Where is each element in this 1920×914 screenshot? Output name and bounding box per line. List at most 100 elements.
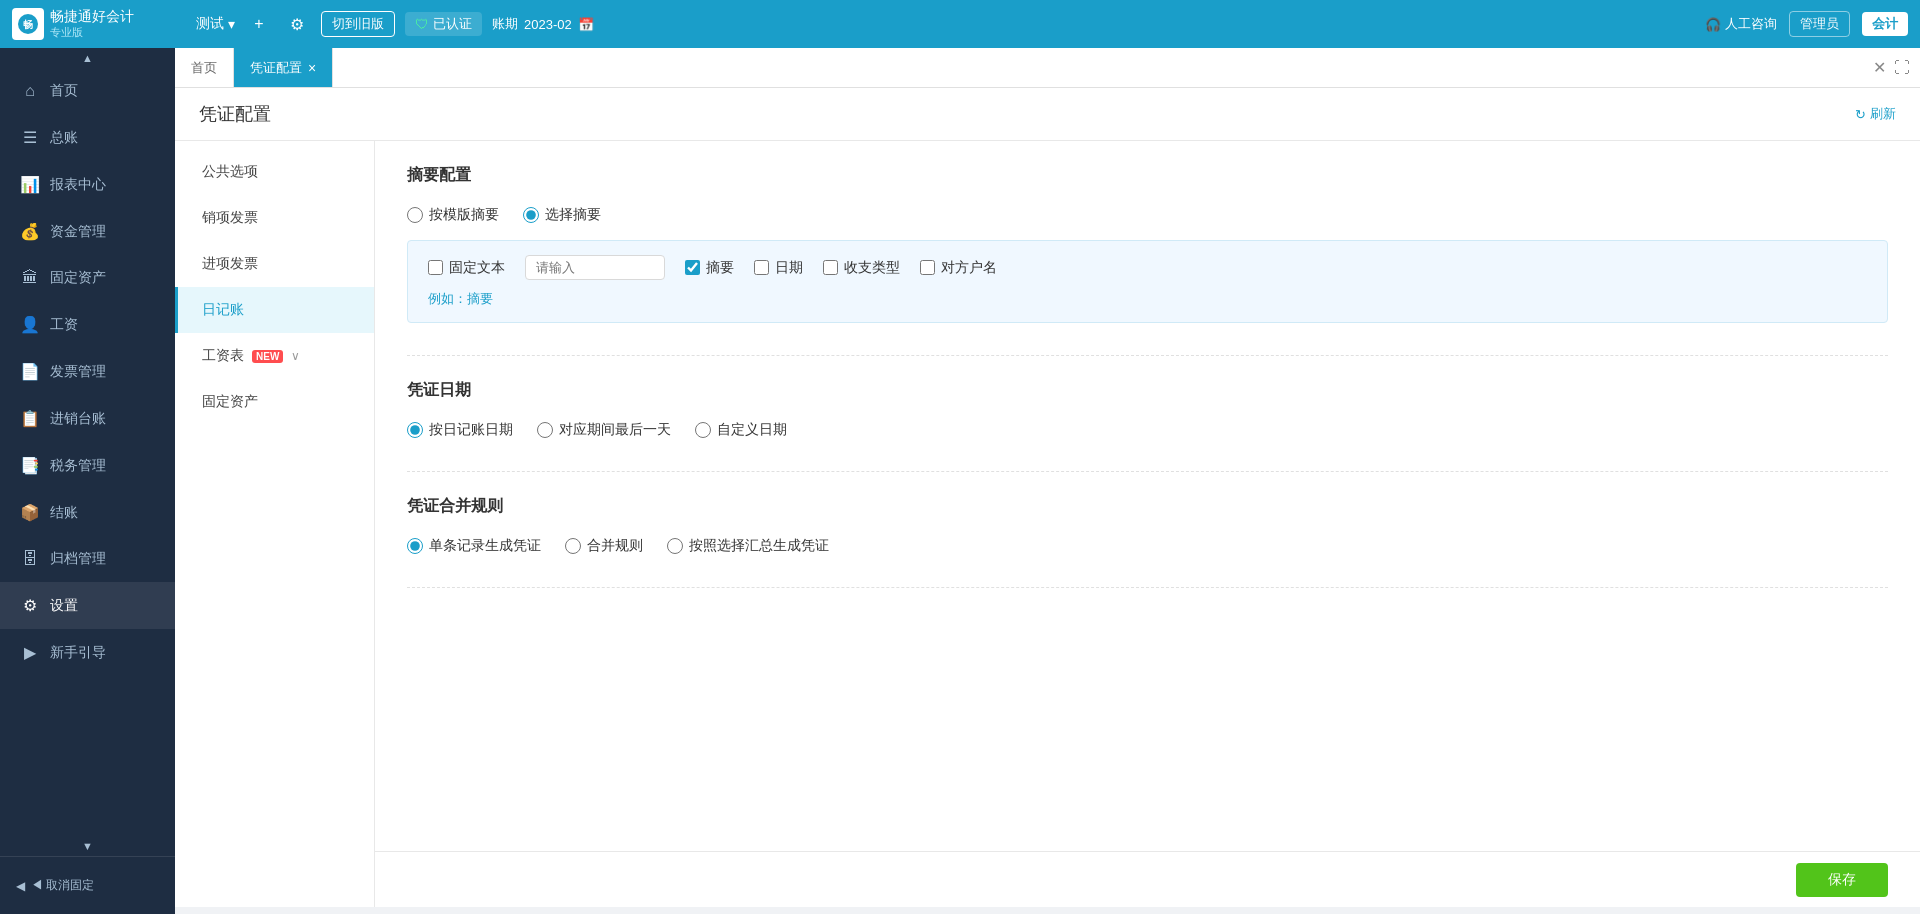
report-icon: 📊	[20, 175, 40, 194]
sidebar-label-home: 首页	[50, 82, 78, 100]
tab-voucher-config[interactable]: 凭证配置 ×	[234, 48, 333, 87]
date-radio-group: 按日记账日期 对应期间最后一天 自定义日期	[407, 421, 1888, 439]
settings-icon[interactable]: ⚙	[283, 10, 311, 38]
refresh-label: 刷新	[1870, 105, 1896, 123]
checkbox-counterparty[interactable]: 对方户名	[920, 259, 997, 277]
capital-icon: 💰	[20, 222, 40, 241]
headphone-icon: 🎧	[1705, 17, 1721, 32]
config-nav-public[interactable]: 公共选项	[175, 149, 374, 195]
save-button[interactable]: 保存	[1796, 863, 1888, 897]
save-bar: 保存	[375, 851, 1920, 907]
archive-icon: 🗄	[20, 550, 40, 568]
sidebar-item-settings[interactable]: ⚙ 设置	[0, 582, 175, 629]
sidebar-item-invoice[interactable]: 📄 发票管理	[0, 348, 175, 395]
checkbox-date-input[interactable]	[754, 260, 769, 275]
sidebar-label-fixed-assets: 固定资产	[50, 269, 106, 287]
config-nav-sales-invoice[interactable]: 销项发票	[175, 195, 374, 241]
tab-home[interactable]: 首页	[175, 48, 234, 87]
summary-config-box: 固定文本 摘要 日期	[407, 240, 1888, 323]
period-last-label: 对应期间最后一天	[559, 421, 671, 439]
config-nav-fixed-asset[interactable]: 固定资产	[175, 379, 374, 425]
select-merge-label: 按照选择汇总生成凭证	[689, 537, 829, 555]
sidebar-item-home[interactable]: ⌂ 首页	[0, 68, 175, 114]
payroll-label: 工资表	[202, 347, 244, 365]
sidebar-bottom: ◀ ◀ 取消固定	[0, 856, 175, 914]
checkbox-abstract-input[interactable]	[685, 260, 700, 275]
checkbox-fixed-text[interactable]: 固定文本	[428, 259, 505, 277]
radio-select-input[interactable]	[523, 207, 539, 223]
scroll-down-btn[interactable]: ▼	[0, 836, 175, 856]
sidebar-item-sales[interactable]: 📋 进销台账	[0, 395, 175, 442]
config-nav-journal[interactable]: 日记账	[175, 287, 374, 333]
summary-config-title: 摘要配置	[407, 165, 1888, 186]
checkbox-income-type-input[interactable]	[823, 260, 838, 275]
radio-journal-date[interactable]: 按日记账日期	[407, 421, 513, 439]
sidebar-item-report[interactable]: 📊 报表中心	[0, 161, 175, 208]
sidebar-item-fixed-assets[interactable]: 🏛 固定资产	[0, 255, 175, 301]
sidebar-nav: ⌂ 首页 ☰ 总账 📊 报表中心 💰 资金管理 🏛 固定资产 👤 工资	[0, 68, 175, 836]
period-selector[interactable]: 账期 2023-02 📅	[492, 15, 594, 33]
sidebar-item-tax[interactable]: 📑 税务管理	[0, 442, 175, 489]
checkbox-counterparty-input[interactable]	[920, 260, 935, 275]
scroll-up-btn[interactable]: ▲	[0, 48, 175, 68]
page-scroll-area: 凭证配置 ↻ 刷新 公共选项 销项发票 进项发票 日记账 工资表	[175, 88, 1920, 914]
accountant-button[interactable]: 会计	[1862, 12, 1908, 36]
sidebar-item-ledger[interactable]: ☰ 总账	[0, 114, 175, 161]
checkbox-fixed-text-input[interactable]	[428, 260, 443, 275]
radio-merge-rule-input[interactable]	[565, 538, 581, 554]
unpin-button[interactable]: ◀ ◀ 取消固定	[0, 867, 175, 904]
income-type-label: 收支类型	[844, 259, 900, 277]
settings-sidebar-icon: ⚙	[20, 596, 40, 615]
add-button[interactable]: +	[245, 10, 273, 38]
tab-home-label: 首页	[191, 59, 217, 77]
radio-journal-date-input[interactable]	[407, 422, 423, 438]
shield-icon: 🛡	[415, 16, 429, 32]
refresh-button[interactable]: ↻ 刷新	[1855, 105, 1896, 123]
checkbox-income-type[interactable]: 收支类型	[823, 259, 900, 277]
consult-button[interactable]: 🎧 人工咨询	[1705, 15, 1777, 33]
fixed-text-input[interactable]	[525, 255, 665, 280]
sidebar-item-capital[interactable]: 💰 资金管理	[0, 208, 175, 255]
logo-icon: 畅	[12, 8, 44, 40]
sidebar-item-salary[interactable]: 👤 工资	[0, 301, 175, 348]
close-window-icon[interactable]: ✕	[1873, 58, 1886, 77]
config-nav-purchase-invoice[interactable]: 进项发票	[175, 241, 374, 287]
logo-sub: 专业版	[50, 25, 134, 40]
sidebar-item-archive[interactable]: 🗄 归档管理	[0, 536, 175, 582]
certified-badge: 🛡 已认证	[405, 12, 482, 36]
radio-single-input[interactable]	[407, 538, 423, 554]
fullscreen-icon[interactable]: ⛶	[1894, 59, 1910, 77]
company-selector[interactable]: 测试 ▾	[196, 15, 235, 33]
radio-custom-date[interactable]: 自定义日期	[695, 421, 787, 439]
refresh-icon: ↻	[1855, 107, 1866, 122]
svg-text:畅: 畅	[23, 19, 33, 30]
radio-template-input[interactable]	[407, 207, 423, 223]
switch-version-button[interactable]: 切到旧版	[321, 11, 395, 37]
radio-merge-rule[interactable]: 合并规则	[565, 537, 643, 555]
tab-actions: ✕ ⛶	[1863, 48, 1920, 87]
tab-bar: 首页 凭证配置 × ✕ ⛶	[175, 48, 1920, 88]
custom-date-label: 自定义日期	[717, 421, 787, 439]
radio-template-summary[interactable]: 按模版摘要	[407, 206, 499, 224]
salary-icon: 👤	[20, 315, 40, 334]
sidebar-item-guide[interactable]: ▶ 新手引导	[0, 629, 175, 676]
sidebar-label-salary: 工资	[50, 316, 78, 334]
checkbox-date[interactable]: 日期	[754, 259, 803, 277]
sidebar-label-report: 报表中心	[50, 176, 106, 194]
radio-period-last[interactable]: 对应期间最后一天	[537, 421, 671, 439]
radio-select-merge-input[interactable]	[667, 538, 683, 554]
sidebar-item-checkout[interactable]: 📦 结账	[0, 489, 175, 536]
radio-select-merge[interactable]: 按照选择汇总生成凭证	[667, 537, 829, 555]
radio-period-last-input[interactable]	[537, 422, 553, 438]
config-nav-payroll[interactable]: 工资表 NEW ∨	[175, 333, 374, 379]
period-label: 账期	[492, 15, 518, 33]
user-button[interactable]: 管理员	[1789, 11, 1850, 37]
checkbox-abstract[interactable]: 摘要	[685, 259, 734, 277]
radio-single[interactable]: 单条记录生成凭证	[407, 537, 541, 555]
pin-icon: ◀	[16, 879, 25, 893]
sidebar-label-guide: 新手引导	[50, 644, 106, 662]
radio-select-summary[interactable]: 选择摘要	[523, 206, 601, 224]
pin-label: ◀ 取消固定	[31, 877, 94, 894]
radio-custom-date-input[interactable]	[695, 422, 711, 438]
tab-close-icon[interactable]: ×	[308, 60, 316, 76]
